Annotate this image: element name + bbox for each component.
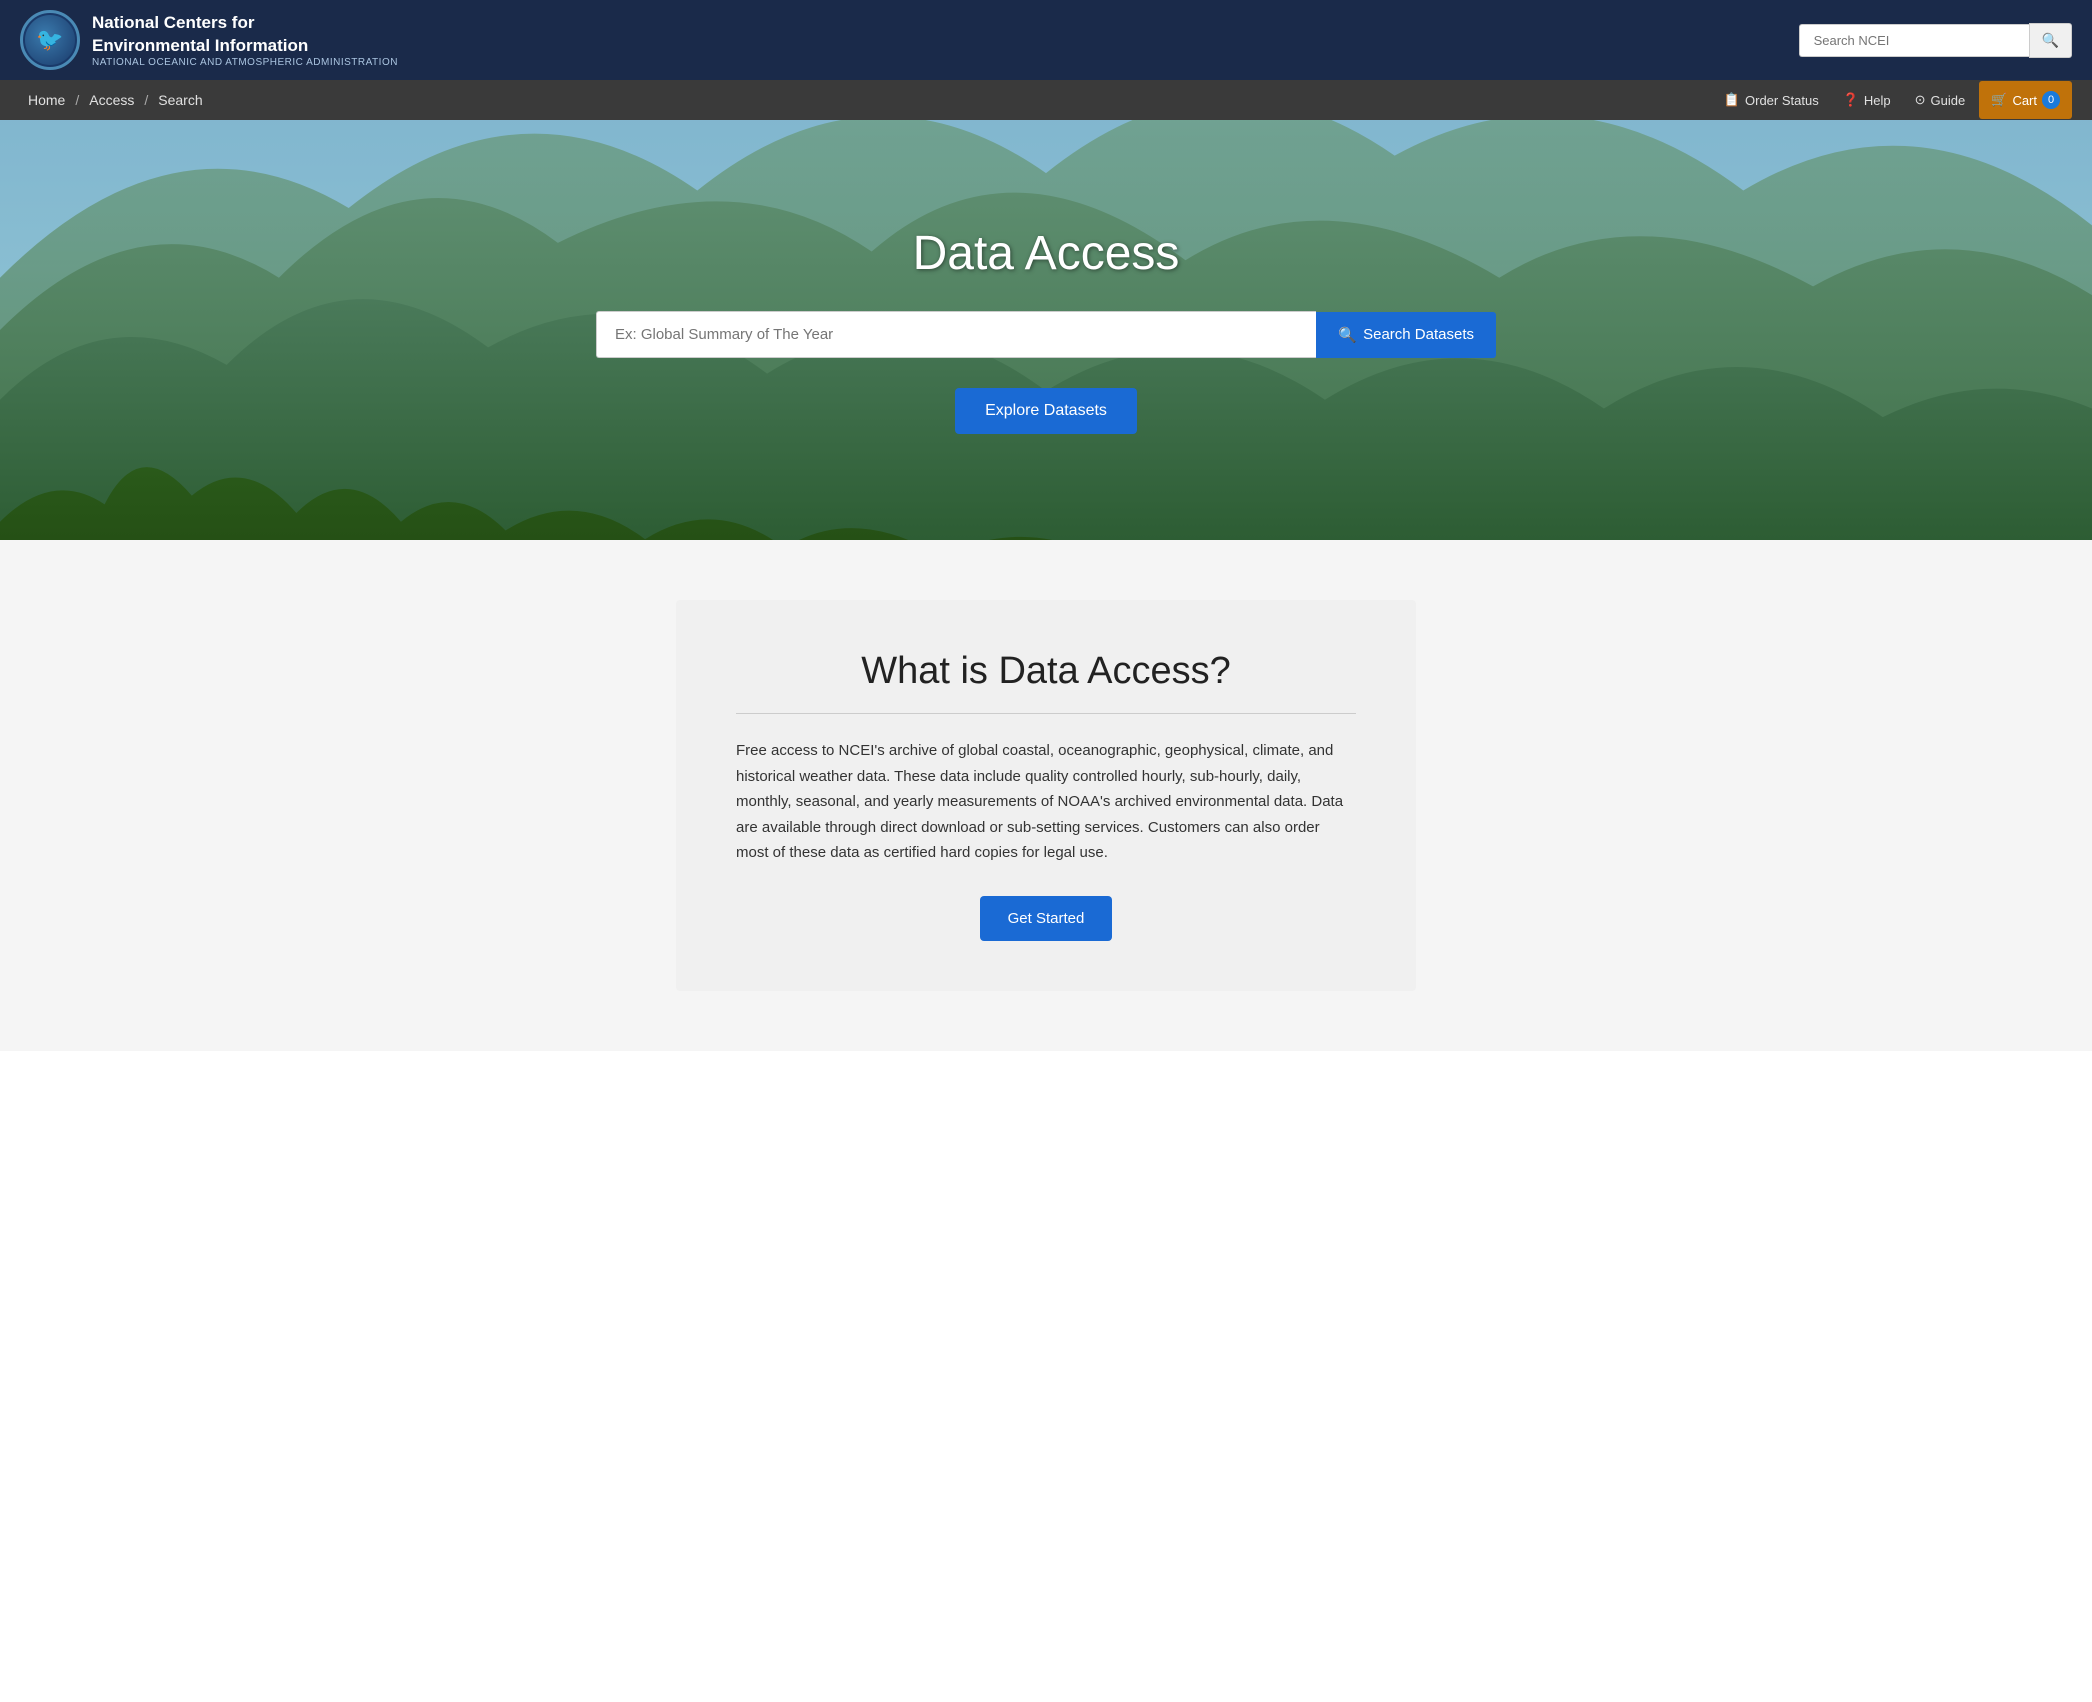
explore-datasets-button[interactable]: Explore Datasets — [955, 388, 1137, 434]
guide-icon: ⊙ — [1915, 92, 1926, 108]
breadcrumb-separator-2: / — [142, 92, 150, 108]
org-subtitle: National Oceanic and Atmospheric Adminis… — [92, 57, 398, 68]
search-datasets-button[interactable]: 🔍 Search Datasets — [1316, 312, 1496, 358]
hero-content: Data Access 🔍 Search Datasets Explore Da… — [0, 226, 2092, 434]
breadcrumb-access[interactable]: Access — [81, 80, 142, 120]
header-logo: 🐦 National Centers for Environmental Inf… — [20, 10, 398, 70]
navbar-right-links: 📋 Order Status ❓ Help ⊙ Guide 🛒 Cart 0 — [1714, 81, 2072, 119]
navbar: Home / Access / Search 📋 Order Status ❓ … — [0, 80, 2092, 120]
breadcrumb-home[interactable]: Home — [20, 80, 73, 120]
dataset-search-input[interactable] — [596, 311, 1316, 358]
info-section: What is Data Access? Free access to NCEI… — [0, 540, 2092, 1051]
breadcrumb-separator-1: / — [73, 92, 81, 108]
header-search-button[interactable]: 🔍 — [2029, 23, 2072, 58]
header-search-input[interactable] — [1799, 24, 2029, 57]
get-started-button[interactable]: Get Started — [980, 896, 1113, 941]
help-icon: ❓ — [1843, 92, 1859, 108]
noaa-logo: 🐦 — [20, 10, 80, 70]
cart-link[interactable]: 🛒 Cart 0 — [1979, 81, 2072, 119]
cart-icon: 🛒 — [1991, 92, 2007, 108]
header-title: National Centers for Environmental Infor… — [92, 12, 398, 67]
help-link[interactable]: ❓ Help — [1833, 82, 1901, 118]
guide-link[interactable]: ⊙ Guide — [1905, 82, 1976, 118]
info-divider — [736, 713, 1356, 714]
order-status-link[interactable]: 📋 Order Status — [1714, 82, 1829, 118]
hero-section: Data Access 🔍 Search Datasets Explore Da… — [0, 120, 2092, 540]
info-heading: What is Data Access? — [736, 650, 1356, 693]
clipboard-icon: 📋 — [1724, 92, 1740, 108]
info-card: What is Data Access? Free access to NCEI… — [676, 600, 1416, 991]
site-header: 🐦 National Centers for Environmental Inf… — [0, 0, 2092, 80]
hero-title: Data Access — [20, 226, 2072, 281]
noaa-bird-icon: 🐦 — [36, 29, 63, 51]
hero-search-row: 🔍 Search Datasets — [596, 311, 1496, 358]
navbar-breadcrumb: Home / Access / Search — [20, 80, 211, 120]
search-icon: 🔍 — [1338, 326, 1357, 344]
org-name: National Centers for Environmental Infor… — [92, 12, 398, 56]
header-search-form: 🔍 — [1799, 23, 2072, 58]
cart-badge: 0 — [2042, 91, 2060, 109]
info-body: Free access to NCEI's archive of global … — [736, 738, 1356, 866]
breadcrumb-search[interactable]: Search — [150, 80, 210, 120]
